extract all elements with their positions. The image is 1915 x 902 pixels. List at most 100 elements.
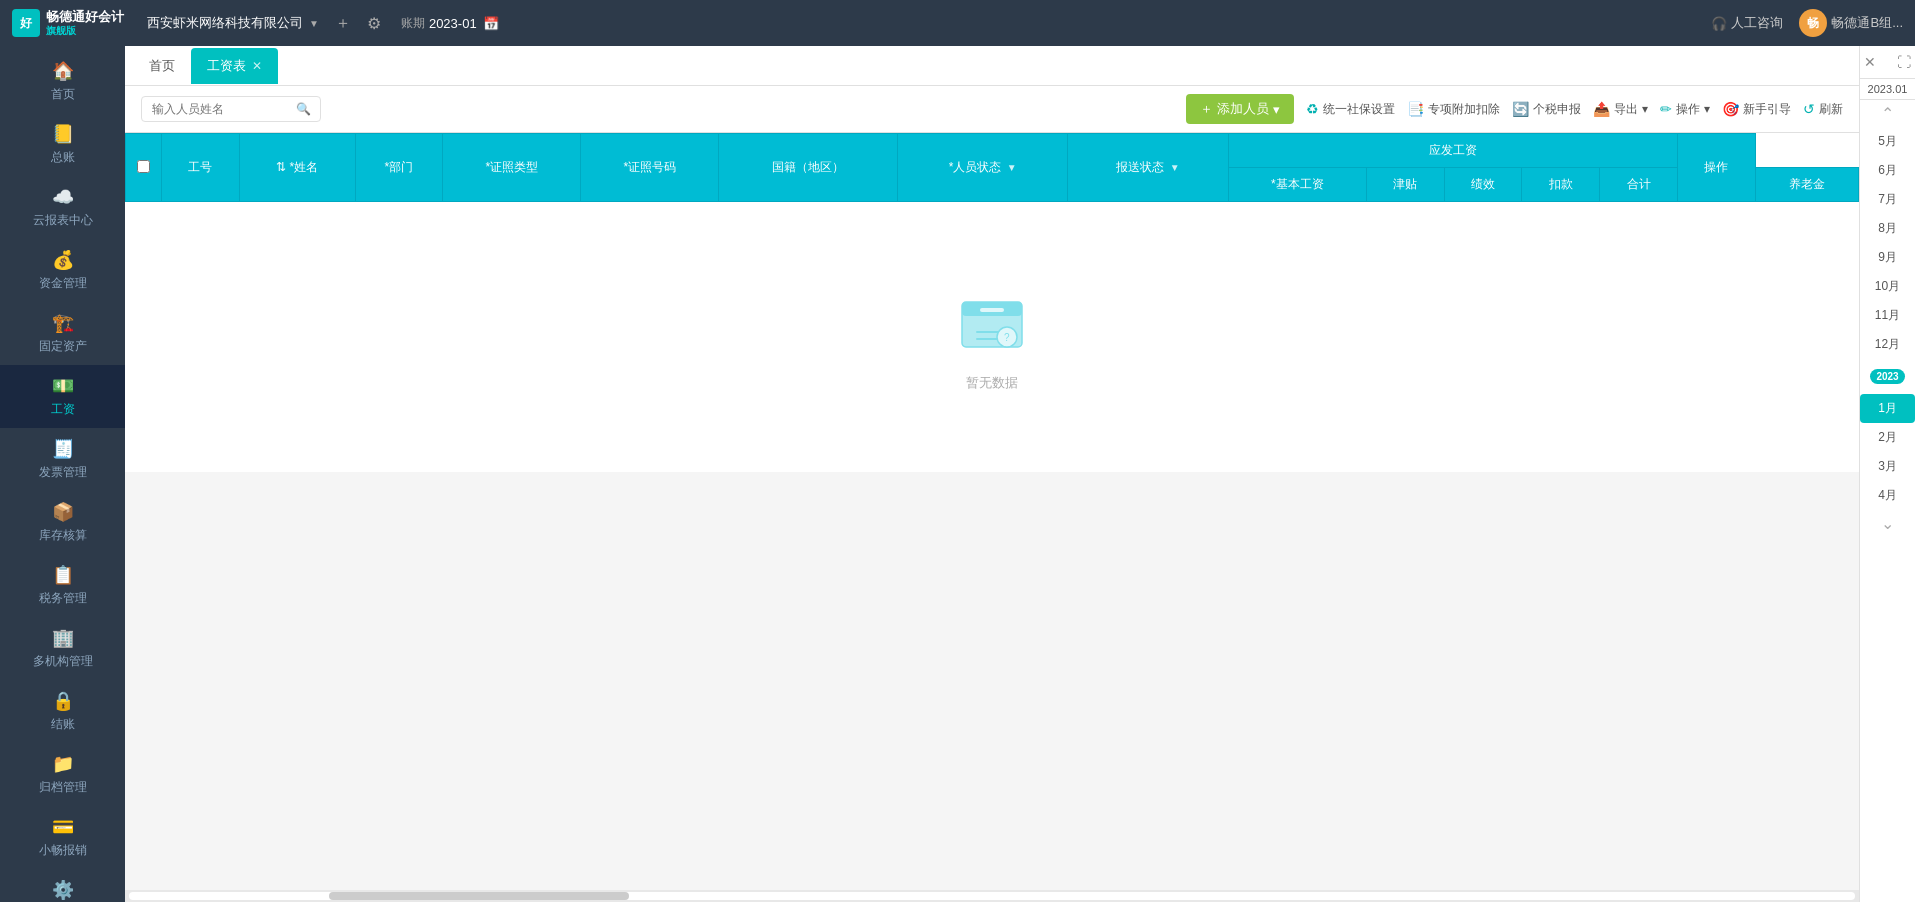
sidebar-item-base-settings[interactable]: ⚙️ 基础设置 bbox=[0, 869, 125, 902]
ledger-icon: 📒 bbox=[52, 123, 74, 145]
payroll-table: 工号 ⇅ *姓名 *部门 *证照类型 *证照号码 国籍（地区） *人员状态 ▼ … bbox=[125, 133, 1859, 472]
tab-close-icon[interactable]: ✕ bbox=[252, 59, 262, 73]
month-2023-02[interactable]: 2月 bbox=[1860, 423, 1915, 452]
add-company-icon[interactable]: ＋ bbox=[331, 9, 355, 38]
month-2022-06[interactable]: 6月 bbox=[1860, 156, 1915, 185]
sidebar-item-payroll[interactable]: 💵 工资 bbox=[0, 365, 125, 428]
guide-label: 新手引导 bbox=[1743, 101, 1791, 118]
panel-close-icon[interactable]: ✕ bbox=[1864, 54, 1876, 70]
panel-expand-icon[interactable]: ⛶ bbox=[1897, 54, 1911, 70]
scroll-thumb[interactable] bbox=[329, 892, 629, 900]
search-box: 🔍 bbox=[141, 96, 321, 122]
header-actions: ＋ ⚙ bbox=[331, 9, 385, 38]
guide-toolbar-icon: 🎯 bbox=[1722, 101, 1739, 117]
sidebar-item-multi-org[interactable]: 🏢 多机构管理 bbox=[0, 617, 125, 680]
sidebar-item-tax[interactable]: 📋 税务管理 bbox=[0, 554, 125, 617]
month-2023-01[interactable]: 1月 bbox=[1860, 394, 1915, 423]
th-base-salary: *基本工资 bbox=[1228, 168, 1366, 202]
add-person-button[interactable]: ＋ 添加人员 ▾ bbox=[1186, 94, 1294, 124]
month-2022-09[interactable]: 9月 bbox=[1860, 243, 1915, 272]
month-2022-11[interactable]: 11月 bbox=[1860, 301, 1915, 330]
special-deduction-label: 专项附加扣除 bbox=[1428, 101, 1500, 118]
personal-tax-icon: 🔄 bbox=[1512, 101, 1529, 117]
tab-home[interactable]: 首页 bbox=[133, 48, 191, 84]
sidebar-item-fund[interactable]: 💰 资金管理 bbox=[0, 239, 125, 302]
export-icon: 📤 bbox=[1593, 101, 1610, 117]
human-service-btn[interactable]: 🎧 人工咨询 bbox=[1711, 14, 1783, 32]
sidebar-item-inventory[interactable]: 📦 库存核算 bbox=[0, 491, 125, 554]
calendar-icon[interactable]: 📅 bbox=[483, 16, 499, 31]
month-2023-04[interactable]: 4月 bbox=[1860, 481, 1915, 510]
guide-btn[interactable]: 🎯 新手引导 bbox=[1722, 101, 1791, 118]
human-service-label: 人工咨询 bbox=[1731, 14, 1783, 32]
tab-payroll-table[interactable]: 工资表 ✕ bbox=[191, 48, 278, 84]
bottom-scrollbar[interactable] bbox=[125, 890, 1859, 902]
month-2022-05[interactable]: 5月 bbox=[1860, 127, 1915, 156]
sidebar-item-label: 总账 bbox=[51, 149, 75, 166]
sidebar-item-label: 资金管理 bbox=[39, 275, 87, 292]
person-status-filter-icon[interactable]: ▼ bbox=[1007, 162, 1017, 173]
th-salary-group: 应发工资 bbox=[1228, 134, 1677, 168]
sidebar-item-invoice[interactable]: 🧾 发票管理 bbox=[0, 428, 125, 491]
month-2022-10[interactable]: 10月 bbox=[1860, 272, 1915, 301]
close-accounts-icon: 🔒 bbox=[52, 690, 74, 712]
svg-text:?: ? bbox=[1004, 332, 1010, 343]
month-2022-07[interactable]: 7月 bbox=[1860, 185, 1915, 214]
main-layout: 🏠 首页 📒 总账 ☁️ 云报表中心 💰 资金管理 🏗️ 固定资产 💵 工资 🧾… bbox=[0, 46, 1915, 902]
export-btn[interactable]: 📤 导出 ▾ bbox=[1593, 101, 1648, 118]
special-deduction-icon: 📑 bbox=[1407, 101, 1424, 117]
personal-tax-label: 个税申报 bbox=[1533, 101, 1581, 118]
operate-label: 操作 bbox=[1676, 101, 1700, 118]
sidebar-item-label: 发票管理 bbox=[39, 464, 87, 481]
month-nav-down[interactable]: ⌄ bbox=[1860, 510, 1915, 537]
th-id-type: *证照类型 bbox=[443, 134, 581, 202]
th-checkbox[interactable] bbox=[126, 134, 162, 202]
search-input[interactable] bbox=[152, 102, 292, 116]
right-panel: ✕ ⛶ 2023.01 ⌃ 5月 6月 7月 8月 9月 10月 11月 12月… bbox=[1859, 46, 1915, 902]
header-right: 🎧 人工咨询 畅 畅德通B组... bbox=[1711, 9, 1903, 37]
personal-tax-btn[interactable]: 🔄 个税申报 bbox=[1512, 101, 1581, 118]
th-name: ⇅ *姓名 bbox=[239, 134, 355, 202]
sidebar-item-label: 首页 bbox=[51, 86, 75, 103]
headset-icon: 🎧 bbox=[1711, 16, 1727, 31]
sidebar-item-ledger[interactable]: 📒 总账 bbox=[0, 113, 125, 176]
special-deduction-btn[interactable]: 📑 专项附加扣除 bbox=[1407, 101, 1500, 118]
user-name: 畅德通B组... bbox=[1831, 14, 1903, 32]
refresh-icon: ↺ bbox=[1803, 101, 1815, 117]
top-header: 好 畅德通好会计 旗舰版 西安虾米网络科技有限公司 ▼ ＋ ⚙ 账期 2023-… bbox=[0, 0, 1915, 46]
user-info-btn[interactable]: 畅 畅德通B组... bbox=[1799, 9, 1903, 37]
year-2023-label: 2023 bbox=[1870, 369, 1904, 384]
refresh-btn[interactable]: ↺ 刷新 bbox=[1803, 101, 1843, 118]
sidebar-item-fixed-assets[interactable]: 🏗️ 固定资产 bbox=[0, 302, 125, 365]
sidebar-item-close-accounts[interactable]: 🔒 结账 bbox=[0, 680, 125, 743]
report-status-filter-icon[interactable]: ▼ bbox=[1170, 162, 1180, 173]
select-all-checkbox[interactable] bbox=[137, 160, 150, 173]
sidebar-item-label: 云报表中心 bbox=[33, 212, 93, 229]
table-body: ? 暂无数据 bbox=[126, 202, 1859, 473]
sidebar-item-label: 小畅报销 bbox=[39, 842, 87, 859]
operate-btn[interactable]: ✏ 操作 ▾ bbox=[1660, 101, 1710, 118]
empty-state: ? 暂无数据 bbox=[126, 202, 1859, 472]
sidebar-item-label: 归档管理 bbox=[39, 779, 87, 796]
current-period-display: 2023.01 bbox=[1860, 79, 1915, 100]
sidebar-item-cloud-report[interactable]: ☁️ 云报表中心 bbox=[0, 176, 125, 239]
period-value: 2023-01 bbox=[429, 16, 477, 31]
month-2023-03[interactable]: 3月 bbox=[1860, 452, 1915, 481]
month-nav-up[interactable]: ⌃ bbox=[1860, 100, 1915, 127]
tabs-bar: 首页 工资表 ✕ bbox=[125, 46, 1859, 86]
sidebar-item-archive[interactable]: 📁 归档管理 bbox=[0, 743, 125, 806]
company-selector[interactable]: 西安虾米网络科技有限公司 ▼ bbox=[147, 14, 319, 32]
search-icon[interactable]: 🔍 bbox=[296, 102, 311, 116]
table-wrapper: 工号 ⇅ *姓名 *部门 *证照类型 *证照号码 国籍（地区） *人员状态 ▼ … bbox=[125, 133, 1859, 890]
settings-sidebar-icon: ⚙️ bbox=[52, 879, 74, 901]
social-security-btn[interactable]: ♻ 统一社保设置 bbox=[1306, 101, 1395, 118]
app-version: 旗舰版 bbox=[46, 25, 124, 37]
sidebar-item-home[interactable]: 🏠 首页 bbox=[0, 50, 125, 113]
payroll-icon: 💵 bbox=[52, 375, 74, 397]
settings-icon[interactable]: ⚙ bbox=[363, 10, 385, 37]
logo-area: 好 畅德通好会计 旗舰版 bbox=[12, 9, 137, 37]
month-2022-12[interactable]: 12月 bbox=[1860, 330, 1915, 359]
multi-org-icon: 🏢 bbox=[52, 627, 74, 649]
sidebar-item-expense[interactable]: 💳 小畅报销 bbox=[0, 806, 125, 869]
month-2022-08[interactable]: 8月 bbox=[1860, 214, 1915, 243]
